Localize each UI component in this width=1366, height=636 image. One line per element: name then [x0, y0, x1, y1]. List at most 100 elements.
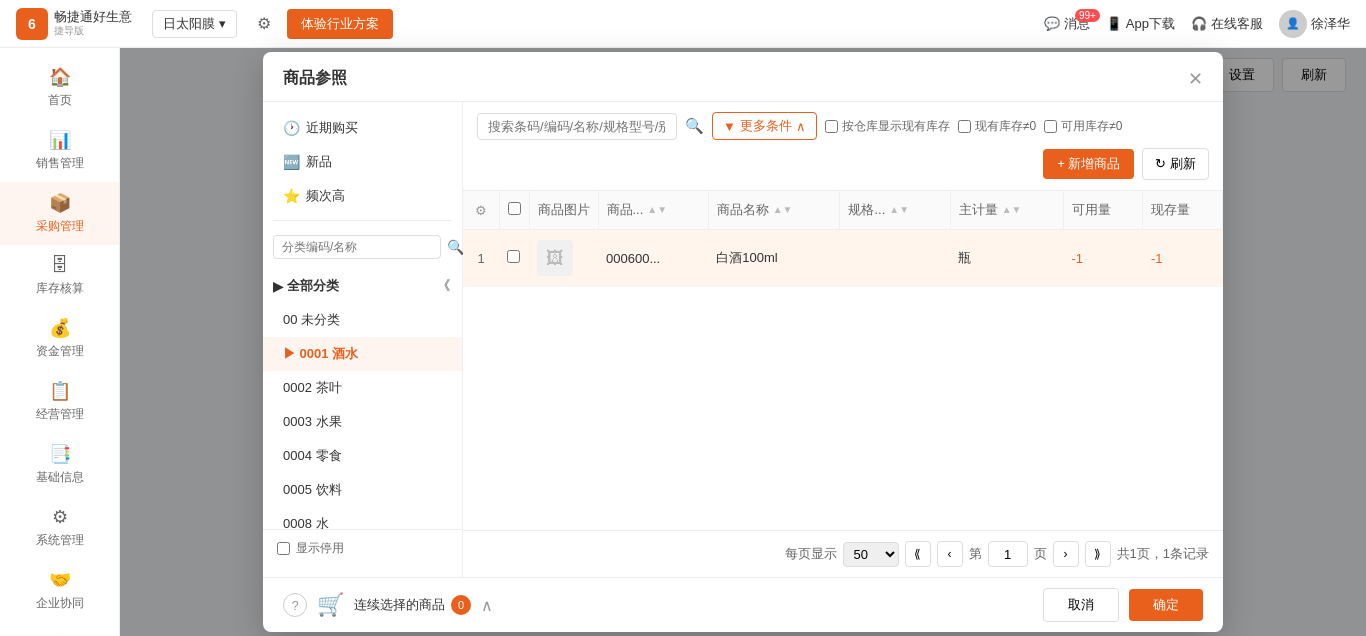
row-code: 000600... — [598, 230, 708, 287]
collapse-footer-icon[interactable]: ∧ — [481, 596, 493, 615]
col-name[interactable]: 商品名称 ▲▼ — [708, 191, 840, 230]
left-panel: 🕐 近期购买 🆕 新品 ⭐ 频次高 — [263, 102, 463, 577]
category-list: ▶ 全部分类 《 00 未分类 ▶ 0001 酒水 0002 茶叶 0003 水… — [263, 265, 462, 529]
prev-page-btn[interactable]: ‹ — [937, 541, 963, 567]
cat-0008[interactable]: 0008 水 — [263, 507, 462, 529]
row-unit: 瓶 — [950, 230, 1063, 287]
company-selector[interactable]: 日太阳膜 ▾ — [152, 10, 237, 38]
checkbox-usable-label: 可用库存≠0 — [1061, 118, 1122, 135]
service-btn[interactable]: 🎧 在线客服 — [1191, 15, 1263, 33]
table-row[interactable]: 1 🖼 000600... 白酒100ml 瓶 — [463, 230, 1223, 287]
select-count: 0 — [451, 595, 471, 615]
sidebar-item-purchase[interactable]: 📦 采购管理 — [0, 182, 119, 245]
cat-0002[interactable]: 0002 茶叶 — [263, 371, 462, 405]
row-num: 1 — [463, 230, 499, 287]
category-search-icon[interactable]: 🔍 — [447, 239, 464, 255]
clock-icon: 🕐 — [283, 120, 300, 136]
sidebar-item-guide[interactable]: 📖 新手引导 — [0, 622, 119, 636]
page-input[interactable] — [988, 541, 1028, 567]
collapse-icon[interactable]: 《 — [434, 277, 452, 295]
modal-header: 商品参照 ✕ — [263, 52, 1223, 102]
tab-recent[interactable]: 🕐 近期购买 — [273, 112, 452, 144]
col-checkbox[interactable] — [499, 191, 529, 230]
col-available: 可用量 — [1063, 191, 1143, 230]
help-icon[interactable]: ? — [283, 593, 307, 617]
modal-body: 🕐 近期购买 🆕 新品 ⭐ 频次高 — [263, 102, 1223, 577]
checkbox-usable-stock[interactable]: 可用库存≠0 — [1044, 118, 1122, 135]
row-name: 白酒100ml — [708, 230, 840, 287]
filter-bar: 🔍 ▼ 更多条件 ∧ 按仓库显示现有库存 — [463, 102, 1223, 191]
first-page-btn[interactable]: ⟪ — [905, 541, 931, 567]
user-menu[interactable]: 👤 徐泽华 — [1279, 10, 1350, 38]
show-disabled-toggle[interactable]: 显示停用 — [263, 529, 462, 567]
next-page-btn[interactable]: › — [1053, 541, 1079, 567]
sidebar-label-sales: 销售管理 — [36, 155, 84, 172]
per-page-select[interactable]: 50 100 200 — [843, 542, 899, 567]
star-icon: ⭐ — [283, 188, 300, 204]
page-label2: 页 — [1034, 545, 1047, 563]
modal-title: 商品参照 — [283, 68, 347, 89]
sidebar-item-inventory[interactable]: 🗄 库存核算 — [0, 245, 119, 307]
sidebar-item-system[interactable]: ⚙ 系统管理 — [0, 496, 119, 559]
avatar: 👤 — [1279, 10, 1307, 38]
tab-frequent[interactable]: ⭐ 频次高 — [273, 180, 452, 212]
category-search-input[interactable] — [273, 235, 441, 259]
cart-icon[interactable]: 🛒 — [317, 592, 344, 618]
cat-00[interactable]: 00 未分类 — [263, 303, 462, 337]
logo-icon: 6 — [16, 8, 48, 40]
cat-0004[interactable]: 0004 零食 — [263, 439, 462, 473]
product-search-icon[interactable]: 🔍 — [685, 117, 704, 135]
confirm-btn[interactable]: 确定 — [1129, 589, 1203, 621]
sidebar-label-system: 系统管理 — [36, 532, 84, 549]
sidebar-item-sales[interactable]: 📊 销售管理 — [0, 119, 119, 182]
filter-arrow-icon: ∧ — [796, 119, 806, 134]
sidebar-item-home[interactable]: 🏠 首页 — [0, 56, 119, 119]
filter-more-btn[interactable]: ▼ 更多条件 ∧ — [712, 112, 817, 140]
exp-btn[interactable]: 体验行业方案 — [287, 9, 393, 39]
row-check[interactable] — [499, 230, 529, 287]
col-spec[interactable]: 规格... ▲▼ — [840, 191, 950, 230]
sidebar-item-operation[interactable]: 📋 经营管理 — [0, 370, 119, 433]
sidebar-item-basic[interactable]: 📑 基础信息 — [0, 433, 119, 496]
app-download-btn[interactable]: 📱 App下载 — [1106, 15, 1175, 33]
phone-icon: 📱 — [1106, 16, 1122, 31]
cat-0001[interactable]: ▶ 0001 酒水 — [263, 337, 462, 371]
refresh-btn[interactable]: ↻ 刷新 — [1142, 148, 1209, 180]
settings-icon[interactable]: ⚙ — [249, 9, 279, 39]
sidebar-item-finance[interactable]: 💰 资金管理 — [0, 307, 119, 370]
show-disabled-checkbox[interactable] — [277, 542, 290, 555]
checkbox-available-stock[interactable]: 现有库存≠0 — [958, 118, 1036, 135]
tab-new[interactable]: 🆕 新品 — [273, 146, 452, 178]
quick-tabs: 🕐 近期购买 🆕 新品 ⭐ 频次高 — [263, 112, 462, 212]
product-table-container: ⚙ 商品图片 商品... ▲▼ — [463, 191, 1223, 530]
show-disabled-label: 显示停用 — [296, 540, 344, 557]
product-reference-modal: 商品参照 ✕ 🕐 近期购买 🆕 — [263, 52, 1223, 632]
col-unit[interactable]: 主计量 ▲▼ — [950, 191, 1063, 230]
cat-0005[interactable]: 0005 饮料 — [263, 473, 462, 507]
purchase-icon: 📦 — [49, 192, 71, 214]
message-btn[interactable]: 💬 消息 99+ — [1044, 15, 1090, 33]
continuous-select[interactable]: 连续选择的商品 0 — [354, 595, 471, 615]
sidebar: 🏠 首页 📊 销售管理 📦 采购管理 🗄 库存核算 💰 资金管理 📋 经营管理 … — [0, 48, 120, 636]
headset-icon: 🎧 — [1191, 16, 1207, 31]
product-table: ⚙ 商品图片 商品... ▲▼ — [463, 191, 1223, 287]
select-all-checkbox[interactable] — [508, 202, 521, 215]
finance-icon: 💰 — [49, 317, 71, 339]
row-img: 🖼 — [529, 230, 598, 287]
chevron-down-icon: ▾ — [219, 16, 226, 31]
add-product-btn[interactable]: + 新增商品 — [1043, 149, 1134, 179]
sidebar-item-collab[interactable]: 🤝 企业协同 — [0, 559, 119, 622]
col-code[interactable]: 商品... ▲▼ — [598, 191, 708, 230]
checkbox-warehouse[interactable]: 按仓库显示现有库存 — [825, 118, 950, 135]
last-page-btn[interactable]: ⟫ — [1085, 541, 1111, 567]
cancel-btn[interactable]: 取消 — [1043, 588, 1119, 622]
col-settings[interactable]: ⚙ — [463, 191, 499, 230]
cat-0003[interactable]: 0003 水果 — [263, 405, 462, 439]
guide-icon: 📖 — [49, 632, 71, 636]
row-spec — [840, 230, 950, 287]
user-name: 徐泽华 — [1311, 15, 1350, 33]
product-search-input[interactable] — [477, 113, 677, 140]
modal-close-btn[interactable]: ✕ — [1188, 70, 1203, 88]
basic-icon: 📑 — [49, 443, 71, 465]
category-all[interactable]: ▶ 全部分类 《 — [263, 269, 462, 303]
